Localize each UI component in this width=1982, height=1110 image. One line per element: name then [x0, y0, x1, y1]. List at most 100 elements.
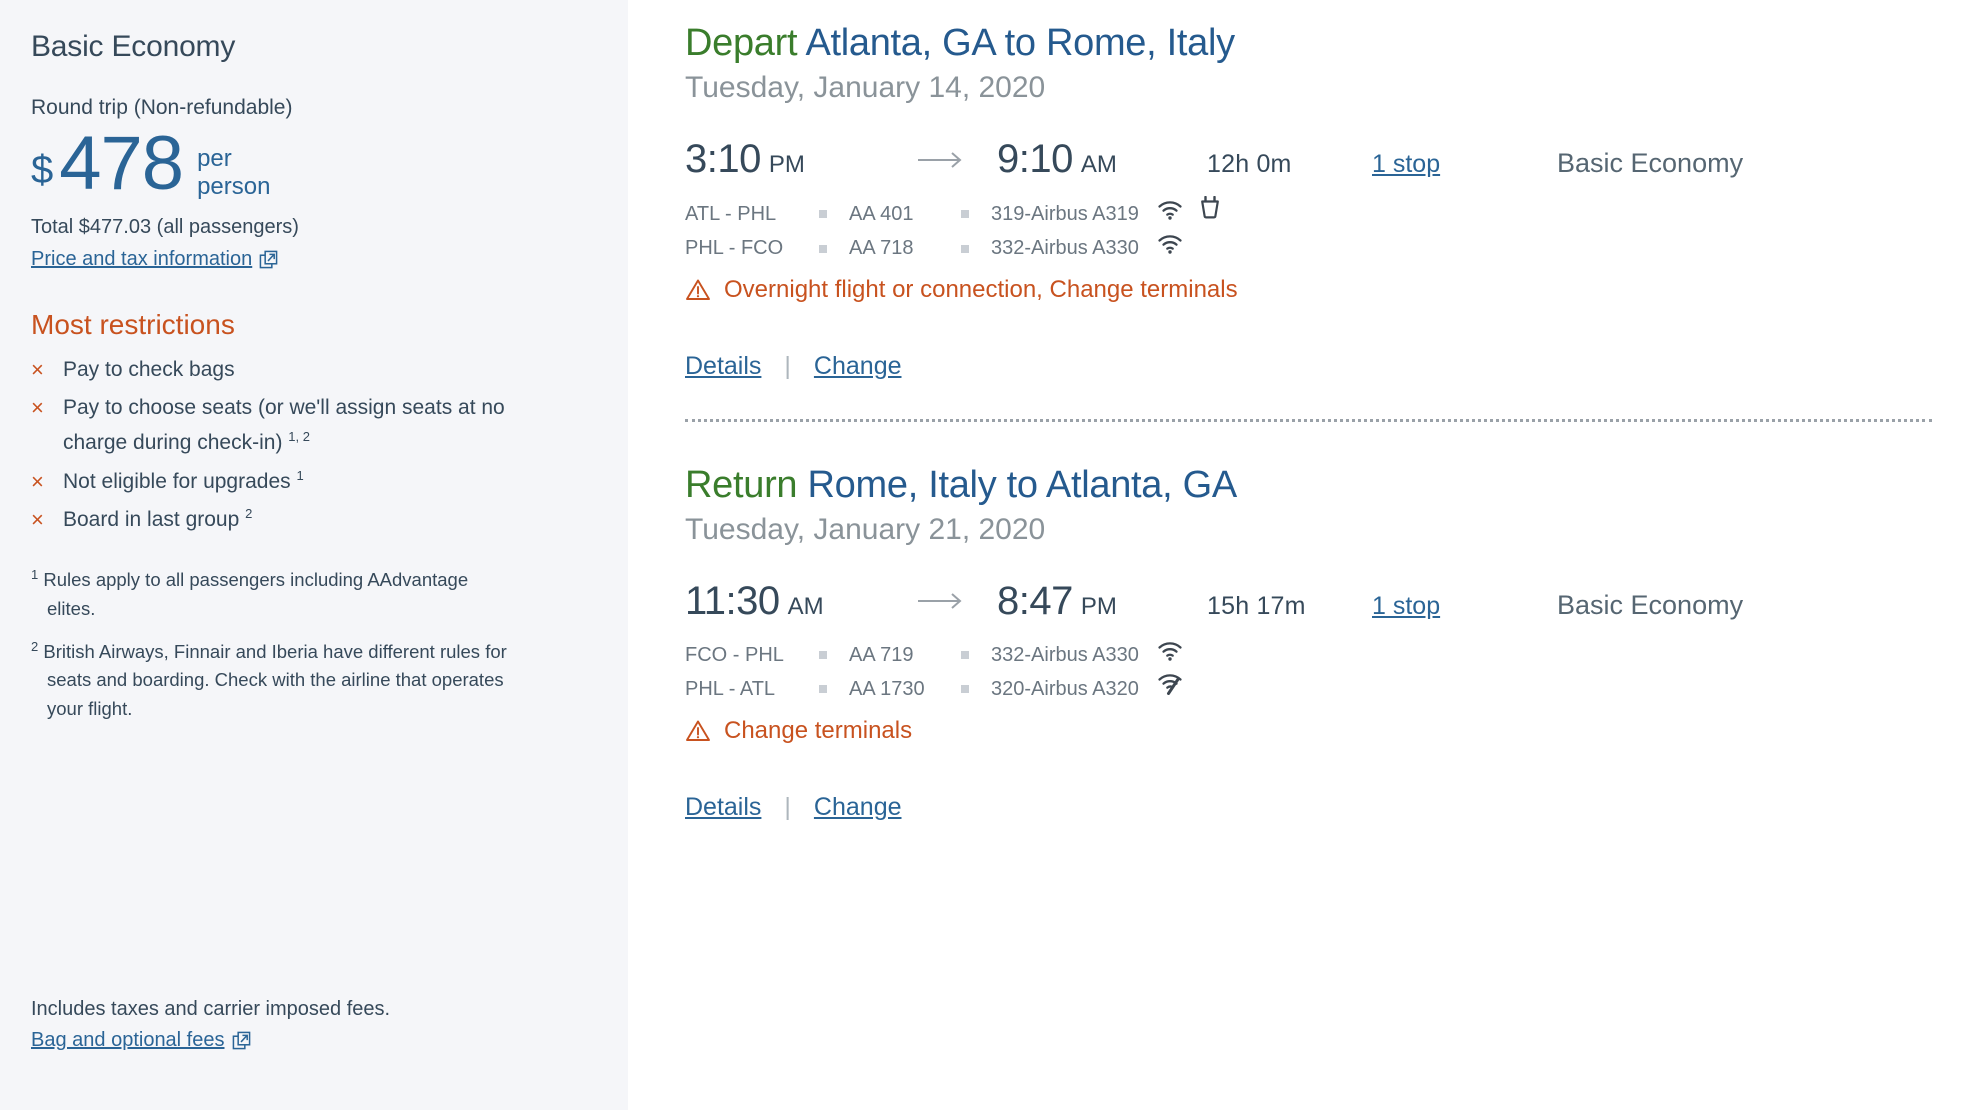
- restriction-text: Not eligible for upgrades 1: [63, 467, 304, 493]
- change-link[interactable]: Change: [814, 793, 902, 822]
- wifi-icon: [1157, 231, 1183, 265]
- segment-route: ATL - PHL: [685, 202, 777, 225]
- details-link[interactable]: Details: [685, 793, 761, 822]
- arrival-time: 8:47: [997, 578, 1073, 623]
- itinerary-date: Tuesday, January 21, 2020: [685, 512, 1046, 546]
- action-separator: |: [784, 351, 791, 380]
- segment-aircraft: 332-Airbus A330: [991, 237, 1139, 260]
- itinerary-heading: Return Rome, Italy to Atlanta, GA: [685, 464, 1932, 507]
- change-link[interactable]: Change: [814, 352, 902, 381]
- footnote-marker: 1: [31, 566, 39, 582]
- itinerary-actions: Details | Change: [685, 793, 1932, 822]
- price-unit-label: per person: [197, 145, 271, 201]
- arrival-meridiem: PM: [1080, 592, 1117, 620]
- segment-aircraft: 320-Airbus A320: [991, 678, 1139, 701]
- departure-time-block: 3:10 PM: [685, 137, 885, 182]
- arrival-meridiem: AM: [1080, 151, 1117, 178]
- footnote-text: Rules apply to all passengers including …: [43, 568, 469, 619]
- restriction-item: × Not eligible for upgrades 1: [31, 463, 594, 502]
- price-block: $ 478 per person: [31, 125, 594, 202]
- restriction-text: Pay to choose seats (or we'll assign sea…: [63, 396, 505, 454]
- segment-row: PHL - FCO AA 718 332-Airbus A330: [685, 231, 1932, 265]
- segment-row: FCO - PHL AA 719 332-Airbus A330: [685, 638, 1932, 672]
- bag-and-optional-fees-link[interactable]: Bag and optional fees: [31, 1029, 251, 1052]
- footnote: 1 Rules apply to all passengers includin…: [31, 566, 511, 624]
- itinerary-actions: Details | Change: [685, 352, 1932, 381]
- flight-duration: 15h 17m: [1207, 591, 1306, 620]
- footnote-marker: 2: [31, 638, 39, 654]
- itinerary-route-label: Rome, Italy to Atlanta, GA: [807, 463, 1238, 506]
- bag-fees-label: Bag and optional fees: [31, 1029, 225, 1051]
- separator-square-icon: [819, 209, 827, 218]
- restriction-text: Pay to check bags: [63, 357, 235, 381]
- wifi-off-icon: [1157, 672, 1185, 706]
- itinerary-return: Return Rome, Italy to Atlanta, GA Tuesda…: [685, 464, 1932, 822]
- restrictions-list: × Pay to check bags × Pay to choose seat…: [31, 351, 594, 540]
- restriction-item: × Board in last group 2: [31, 501, 594, 540]
- segment-route: FCO - PHL: [685, 643, 784, 666]
- restrictions-title: Most restrictions: [31, 308, 235, 340]
- segment-amenity-icons: [1157, 195, 1221, 231]
- segment-flight-number: AA 718: [849, 237, 914, 260]
- segment-aircraft: 319-Airbus A319: [991, 202, 1139, 225]
- segment-route: PHL - FCO: [685, 237, 784, 260]
- separator-square-icon: [961, 650, 969, 659]
- separator-square-icon: [819, 650, 827, 659]
- restriction-footnote-ref: 2: [245, 506, 253, 522]
- departure-time: 3:10: [685, 137, 761, 181]
- flight-alert: Overnight flight or connection, Change t…: [685, 276, 1932, 304]
- restriction-footnote-ref: 1, 2: [288, 428, 310, 444]
- x-mark-icon: ×: [31, 395, 44, 421]
- includes-taxes-text: Includes taxes and carrier imposed fees.: [31, 998, 391, 1020]
- arrival-time-block: 8:47 PM: [997, 579, 1207, 624]
- segment-list: FCO - PHL AA 719 332-Airbus A330 PHL - A…: [685, 638, 1932, 707]
- flight-alert-text: Change terminals: [724, 716, 913, 744]
- cabin-class-label: Basic Economy: [1557, 589, 1744, 620]
- action-separator: |: [784, 792, 791, 821]
- segment-amenity-icons: [1157, 672, 1185, 706]
- segment-flight-number: AA 1730: [849, 678, 925, 701]
- segment-row: ATL - PHL AA 401 319-Airbus A319: [685, 195, 1932, 231]
- price-and-tax-label: Price and tax information: [31, 247, 253, 270]
- restriction-footnote-ref: 1: [296, 467, 304, 483]
- stops-link[interactable]: 1 stop: [1372, 150, 1440, 178]
- segment-row: PHL - ATL AA 1730 320-Airbus A320: [685, 672, 1932, 706]
- segment-flight-number: AA 719: [849, 643, 914, 666]
- footnotes-block: 1 Rules apply to all passengers includin…: [31, 566, 594, 724]
- details-link[interactable]: Details: [685, 352, 761, 381]
- itinerary-panel: Depart Atlanta, GA to Rome, Italy Tuesda…: [628, 0, 1982, 1110]
- itinerary-route-label: Atlanta, GA to Rome, Italy: [805, 22, 1235, 64]
- price-and-tax-information-link[interactable]: Price and tax information: [31, 248, 278, 271]
- separator-square-icon: [819, 244, 827, 253]
- cabin-class-label: Basic Economy: [1557, 148, 1744, 178]
- arrow-right-icon: [885, 150, 997, 170]
- arrow-right-icon: [885, 591, 997, 611]
- footnote-text: British Airways, Finnair and Iberia have…: [43, 640, 507, 720]
- segment-flight-number: AA 401: [849, 202, 914, 225]
- separator-square-icon: [961, 209, 969, 218]
- separator-square-icon: [819, 685, 827, 694]
- external-link-icon: [259, 250, 278, 269]
- x-mark-icon: ×: [31, 507, 44, 533]
- flight-alert-text: Overnight flight or connection, Change t…: [724, 275, 1238, 303]
- departure-meridiem: AM: [787, 592, 824, 620]
- flight-summary-row: 11:30 AM 8:47 PM 15h 17m 1 stop Basic Ec…: [685, 579, 1932, 624]
- itinerary-heading: Depart Atlanta, GA to Rome, Italy: [685, 22, 1932, 65]
- stops-link[interactable]: 1 stop: [1372, 592, 1440, 620]
- stops-cell: 1 stop: [1372, 150, 1557, 179]
- flight-summary-row: 3:10 PM 9:10 AM 12h 0m 1 stop Basic Econ…: [685, 137, 1932, 182]
- restriction-item: × Pay to check bags: [31, 351, 594, 390]
- flight-duration: 12h 0m: [1207, 150, 1292, 178]
- warning-triangle-icon: [685, 278, 711, 302]
- itinerary-date: Tuesday, January 14, 2020: [685, 71, 1046, 104]
- itinerary-direction-label: Return: [685, 463, 798, 506]
- stops-cell: 1 stop: [1372, 592, 1557, 621]
- departure-meridiem: PM: [768, 151, 805, 178]
- external-link-icon: [232, 1031, 251, 1050]
- sidebar-footer: Includes taxes and carrier imposed fees.…: [31, 998, 390, 1052]
- currency-symbol: $: [31, 148, 54, 192]
- segment-aircraft: 332-Airbus A330: [991, 643, 1139, 666]
- fare-title: Basic Economy: [31, 30, 236, 63]
- wifi-icon: [1157, 638, 1183, 672]
